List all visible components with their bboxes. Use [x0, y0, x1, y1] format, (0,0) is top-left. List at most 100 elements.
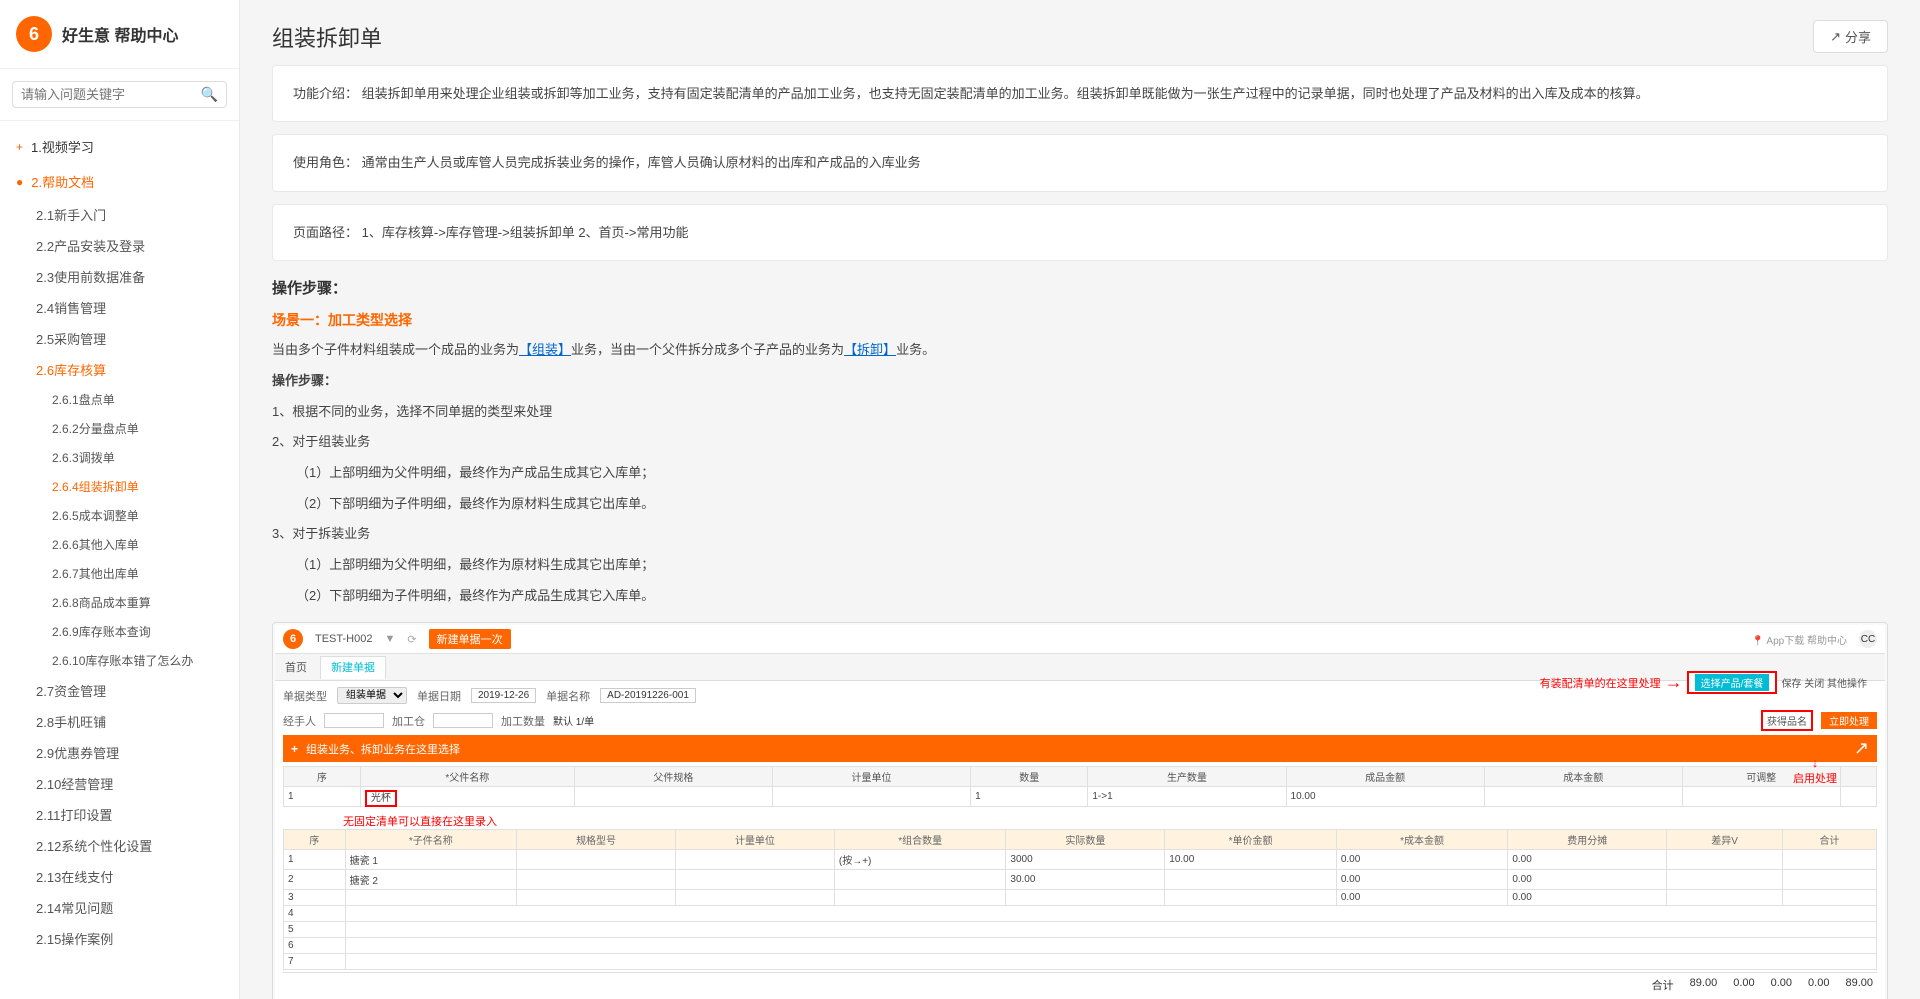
sidebar-subsub-label-cost-adjust: 2.6.5成本调整单 [52, 507, 139, 524]
sidebar-item-capital[interactable]: 2.7资金管理 [0, 675, 239, 706]
content-header: 组装拆卸单 ↗ 分享 [240, 0, 1920, 65]
sidebar-item-faq[interactable]: 2.14常见问题 [0, 892, 239, 923]
path-block: 页面路径： 1、库存核算->库存管理->组装拆卸单 2、首页->常用功能 [272, 204, 1888, 261]
screenshot-form-header: 单据类型 组装单据 单据日期 2019-12-26 单据名称 AD-201912… [283, 687, 1877, 704]
lower-table-row-7: 7 [284, 954, 1877, 970]
ss-logo: 6 [283, 629, 303, 649]
sidebar-subsub-label-assembly: 2.6.4组装拆卸单 [52, 478, 139, 495]
sidebar-item-inventory[interactable]: 2.6库存核算 [0, 354, 239, 385]
ss-select-type[interactable]: 组装单据 [337, 687, 407, 704]
minus-icon: ● [16, 175, 23, 189]
sidebar-item-pay[interactable]: 2.13在线支付 [0, 861, 239, 892]
search-area: 🔍 [0, 69, 239, 121]
sidebar-sub-label-sales: 2.4销售管理 [36, 298, 106, 317]
sidebar-item-stock-error[interactable]: 2.6.10库存账本错了怎么办 [0, 646, 239, 675]
sidebar-subsub-label-other-out: 2.6.7其他出库单 [52, 565, 139, 582]
sidebar-subsub-label-adjust: 2.6.3调拨单 [52, 449, 115, 466]
annotation5-area: 无固定清单可以直接在这里录入 [283, 811, 1877, 825]
ss-date: 2019-12-26 [471, 688, 536, 703]
share-button[interactable]: ↗ 分享 [1813, 20, 1888, 53]
intro-block: 功能介绍： 组装拆卸单用来处理企业组装或拆卸等加工业务，支持有固定装配清单的产品… [272, 65, 1888, 122]
sidebar-item-newcomer[interactable]: 2.1新手入门 [0, 199, 239, 230]
share-icon: ↗ [1830, 29, 1841, 45]
ss-input-person[interactable] [324, 713, 384, 728]
step-2-1: （1）上部明细为父件明细，最终作为产成品生成其它入库单； [272, 461, 1888, 486]
role-block: 使用角色： 通常由生产人员或库管人员完成拆装业务的操作，库管人员确认原材料的出库… [272, 134, 1888, 191]
logo-icon: 6 [16, 16, 52, 52]
step-2: 2、对于组装业务 [272, 430, 1888, 455]
upper-table-row: 1 光杯 1 1->1 10.00 [284, 787, 1877, 807]
sidebar-item-cost-adjust[interactable]: 2.6.5成本调整单 [0, 501, 239, 530]
scenario-title: 场景一：加工类型选择 [272, 310, 1888, 330]
ss-btn-config[interactable]: 选择产品/套餐 [1695, 674, 1770, 691]
sidebar-item-install[interactable]: 2.2产品安装及登录 [0, 230, 239, 261]
ss-tab-new[interactable]: 新建单据 [320, 656, 386, 679]
ss-btn-new[interactable]: 新建单据一次 [429, 629, 511, 649]
steps-title: 操作步骤： [272, 277, 1888, 298]
content-body: 功能介绍： 组装拆卸单用来处理企业组装或拆卸等加工业务，支持有固定装配清单的产品… [240, 65, 1920, 999]
step-3-1: （1）上部明细为父件明细，最终作为原材料生成其它出库单； [272, 553, 1888, 578]
sidebar-item-other-out[interactable]: 2.6.7其他出库单 [0, 559, 239, 588]
ss-btn-confirm[interactable]: 立即处理 [1821, 712, 1877, 729]
search-button[interactable]: 🔍 [201, 86, 218, 103]
sidebar-item-stocktake[interactable]: 2.6.1盘点单 [0, 385, 239, 414]
step-2-2: （2）下部明细为子件明细，最终作为原材料生成其它出库单。 [272, 492, 1888, 517]
sidebar-item-sales[interactable]: 2.4销售管理 [0, 292, 239, 323]
sidebar-item-cases[interactable]: 2.15操作案例 [0, 923, 239, 954]
sidebar-item-docs-label: 2.帮助文档 [31, 172, 94, 191]
sidebar-sub-label-custom: 2.12系统个性化设置 [36, 836, 152, 855]
sidebar-item-custom[interactable]: 2.12系统个性化设置 [0, 830, 239, 861]
sidebar-subsub-label-stocktake: 2.6.1盘点单 [52, 391, 115, 408]
screenshot-content: 单据类型 组装单据 单据日期 2019-12-26 单据名称 AD-201912… [275, 681, 1885, 999]
sidebar-item-video[interactable]: + 1.视频学习 [0, 129, 239, 164]
sidebar-item-adjust[interactable]: 2.6.3调拨单 [0, 443, 239, 472]
sidebar-sub-label-cases: 2.15操作案例 [36, 929, 113, 948]
ss-tab-home[interactable]: 首页 [275, 657, 317, 679]
sidebar-sub-label-data: 2.3使用前数据准备 [36, 267, 145, 286]
intro-text: 组装拆卸单用来处理企业组装或拆卸等加工业务，支持有固定装配清单的产品加工业务，也… [362, 86, 1649, 101]
sidebar-item-ops[interactable]: 2.10经营管理 [0, 768, 239, 799]
sidebar-item-docs[interactable]: ● 2.帮助文档 [0, 164, 239, 199]
lower-table: 序 *子件名称 规格型号 计量单位 *组合数量 实际数量 *单价金额 *成本金额… [283, 829, 1877, 970]
sidebar-sub-label-coupon: 2.9优惠券管理 [36, 743, 119, 762]
share-label: 分享 [1845, 27, 1871, 46]
page-title: 组装拆卸单 [272, 21, 382, 53]
scenario-desc: 当由多个子件材料组装成一个成品的业务为【组装】业务，当由一个父件拆分成多个子产品… [272, 338, 1888, 363]
lower-table-row-5: 5 [284, 922, 1877, 938]
role-text: 通常由生产人员或库管人员完成拆装业务的操作，库管人员确认原材料的出库和产成品的入… [362, 155, 921, 170]
annotation1: 有装配清单的在这里处理 → 选择产品/套餐 保存 关闭 其他操作 [1540, 671, 1867, 694]
nav-list: + 1.视频学习 ● 2.帮助文档 2.1新手入门 2.2产品安装及登录 2.3… [0, 121, 239, 999]
sidebar-item-assembly[interactable]: 2.6.4组装拆卸单 [0, 472, 239, 501]
ss-input-warehouse[interactable] [433, 713, 493, 728]
sidebar-item-data[interactable]: 2.3使用前数据准备 [0, 261, 239, 292]
step-3-2: （2）下部明细为子件明细，最终作为产成品生成其它入库单。 [272, 584, 1888, 609]
screenshot-footer: 合计 89.00 0.00 0.00 0.00 89.00 [283, 972, 1877, 997]
path-label: 页面路径： [293, 225, 358, 240]
sidebar-sub-label-newcomer: 2.1新手入门 [36, 205, 106, 224]
sidebar-item-split-stocktake[interactable]: 2.6.2分量盘点单 [0, 414, 239, 443]
lower-table-row-1: 1 搪瓷 1 (按→+) 3000 10.00 0.00 0.00 [284, 850, 1877, 870]
main-content: 组装拆卸单 ↗ 分享 功能介绍： 组装拆卸单用来处理企业组装或拆卸等加工业务，支… [240, 0, 1920, 999]
sidebar-item-cost-calc[interactable]: 2.6.8商品成本重算 [0, 588, 239, 617]
step-1: 1、根据不同的业务，选择不同单据的类型来处理 [272, 400, 1888, 425]
annotation3-text: 组装业务、拆卸业务在这里选择 [306, 741, 460, 757]
upper-table: 序 *父件名称 父件规格 计量单位 数量 生产数量 成品金额 成本金额 可调整 [283, 766, 1877, 807]
sidebar-item-coupon[interactable]: 2.9优惠券管理 [0, 737, 239, 768]
ss-name: AD-20191226-001 [600, 688, 696, 703]
logo-text: 好生意 帮助中心 [62, 22, 178, 46]
sidebar-item-purchase[interactable]: 2.5采购管理 [0, 323, 239, 354]
sidebar-item-other-in[interactable]: 2.6.6其他入库单 [0, 530, 239, 559]
screenshot-subheader: 经手人 加工仓 加工数量 默认 1/单 获得品名 立即处理 [283, 710, 1877, 731]
sidebar-sub-label-inventory: 2.6库存核算 [36, 360, 106, 379]
sidebar-item-print[interactable]: 2.11打印设置 [0, 799, 239, 830]
search-input[interactable] [21, 87, 201, 102]
step-3: 3、对于拆装业务 [272, 522, 1888, 547]
sidebar-sub-label-print: 2.11打印设置 [36, 805, 112, 824]
sidebar-subsub-label-stock-error: 2.6.10库存账本错了怎么办 [52, 652, 193, 669]
screenshot-topbar: 6 TEST-H002 ▼ ⟳ 新建单据一次 📍 App下载 帮助中心 CC [275, 625, 1885, 654]
sidebar-item-stock-query[interactable]: 2.6.9库存账本查询 [0, 617, 239, 646]
op-steps-label: 操作步骤： [272, 369, 1888, 394]
sidebar-item-mobile[interactable]: 2.8手机旺铺 [0, 706, 239, 737]
screenshot-container: 6 TEST-H002 ▼ ⟳ 新建单据一次 📍 App下载 帮助中心 CC 首… [272, 622, 1888, 999]
lower-table-row-2: 2 搪瓷 2 30.00 0.00 0.00 [284, 870, 1877, 890]
